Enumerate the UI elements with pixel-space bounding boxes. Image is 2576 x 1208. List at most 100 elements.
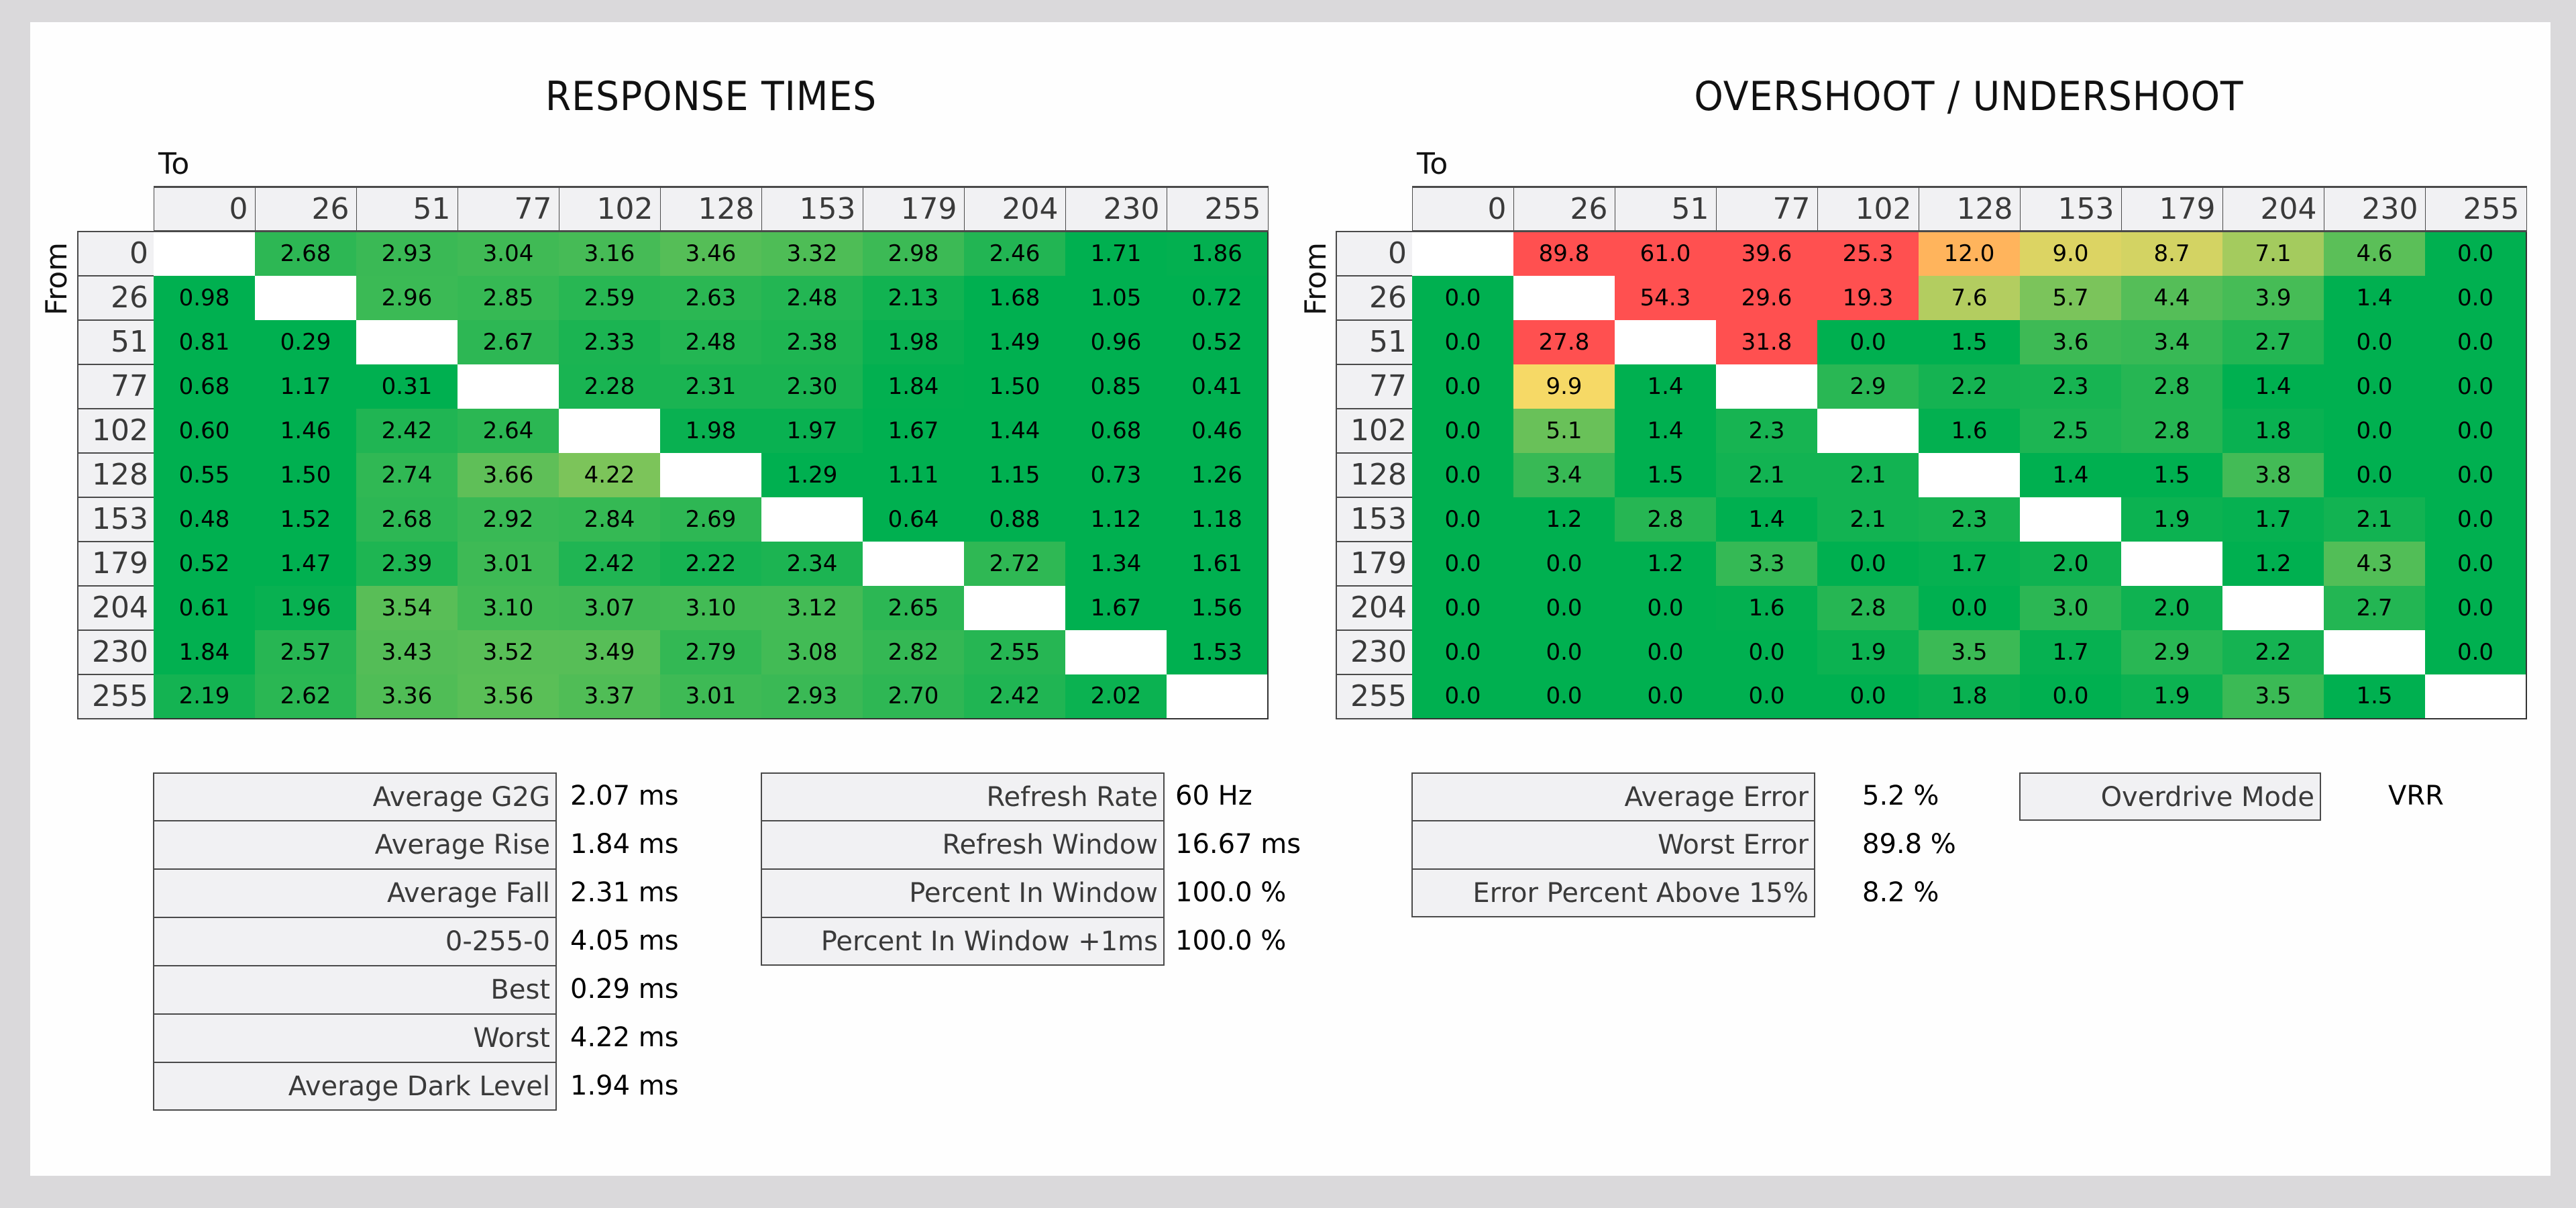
overshoot-cell-255-to-179: 1.9 [2121,674,2222,719]
overshoot-cell-230-to-255: 0.0 [2425,630,2527,674]
overshoot-cell-230-to-26: 0.0 [1513,630,1615,674]
response-from-header-51: 51 [77,319,154,365]
overshoot-diagonal-cell [1513,275,1615,320]
stat-row-percent-in-window-1ms: Percent In Window +1ms 100.0 % [761,917,1336,966]
response-diagonal-cell [1167,674,1269,719]
stat-label-worst: Worst [153,1014,557,1062]
overshoot-cell-230-to-77: 0.0 [1716,630,1817,674]
response-diagonal-cell [356,319,458,364]
overshoot-cell-204-to-179: 2.0 [2121,585,2222,630]
response-row-from-179: 179 0.52 1.47 2.39 3.01 2.42 2.22 2.34 2.72 1.34 1… [77,540,1269,587]
response-from-header-77: 77 [77,363,154,409]
overshoot-to-axis-label: To [1417,147,1448,181]
response-diagonal-cell [154,231,255,276]
response-cell-204-to-153: 3.12 [761,585,863,630]
response-diagonal-cell [761,497,863,542]
response-cell-230-to-26: 2.57 [255,630,356,674]
overshoot-from-axis-label: From [1299,242,1333,315]
overshoot-cell-128-to-255: 0.0 [2425,452,2527,497]
overshoot-to-header-26: 26 [1513,186,1615,232]
overshoot-row-from-153: 153 0.0 1.2 2.8 1.4 2.1 2.3 1.9 1.7 2.1 0.0 [1336,496,2527,542]
response-column-header-row: 0 26 51 77 102 128 153 179 204 230 255 [78,186,1269,232]
response-cell-128-to-153: 1.29 [761,452,863,497]
overshoot-cell-102-to-0: 0.0 [1412,408,1513,453]
error-stats-table: Average Error 5.2 % Worst Error 89.8 % Error… [1411,772,2023,917]
response-cell-204-to-0: 0.61 [154,585,255,630]
overshoot-cell-179-to-230: 4.3 [2324,541,2425,586]
overshoot-to-header-0: 0 [1411,186,1514,232]
header-corner [1336,187,1412,232]
stat-label-average-g2g: Average G2G [153,772,557,821]
response-to-header-51: 51 [356,186,458,232]
response-cell-77-to-153: 2.30 [761,364,863,409]
response-cell-102-to-26: 1.46 [255,408,356,453]
response-cell-153-to-255: 1.18 [1167,497,1269,542]
overshoot-cell-230-to-204: 2.2 [2222,630,2324,674]
overshoot-from-header-230: 230 [1336,629,1412,675]
overshoot-cell-51-to-77: 31.8 [1716,319,1817,364]
overshoot-row-from-77: 77 0.0 9.9 1.4 2.9 2.2 2.3 2.8 1.4 0.0 0.0 [1336,363,2527,409]
overshoot-heatmap: 0 26 51 77 102 128 153 179 204 230 255 0 89.8 61.0 39.… [1336,186,2527,719]
overshoot-cell-179-to-153: 2.0 [2020,541,2121,586]
overshoot-from-header-26: 26 [1336,274,1412,321]
overshoot-row-from-128: 128 0.0 3.4 1.5 2.1 2.1 1.4 1.5 3.8 0.0 0.0 [1336,452,2527,498]
response-row-from-230: 230 1.84 2.57 3.43 3.52 3.49 2.79 3.08 2.82 2.55 1… [77,629,1269,675]
overshoot-cell-0-to-26: 89.8 [1513,231,1615,276]
stat-label-best: Best [153,966,557,1014]
overshoot-cell-255-to-230: 1.5 [2324,674,2425,719]
overshoot-cell-153-to-128: 2.3 [1919,497,2020,542]
overshoot-to-header-153: 153 [2019,186,2122,232]
overshoot-from-header-51: 51 [1336,319,1412,365]
response-cell-128-to-204: 1.15 [964,452,1065,497]
response-diagonal-cell [863,541,964,586]
response-cell-51-to-77: 2.67 [458,319,559,364]
overshoot-cell-255-to-51: 0.0 [1615,674,1716,719]
response-times-title: RESPONSE TIMES [545,73,877,120]
stat-row-worst-error: Worst Error 89.8 % [1411,821,2023,869]
response-to-header-153: 153 [761,186,863,232]
response-to-header-128: 128 [659,186,762,232]
overshoot-cell-77-to-128: 2.2 [1919,364,2020,409]
response-cell-153-to-230: 1.12 [1065,497,1167,542]
response-cell-77-to-230: 0.85 [1065,364,1167,409]
response-cell-51-to-204: 1.49 [964,319,1065,364]
response-cell-255-to-0: 2.19 [154,674,255,719]
header-corner [78,187,154,232]
response-cell-204-to-128: 3.10 [660,585,761,630]
stat-label-error-percent-above-15: Error Percent Above 15% [1411,869,1815,917]
response-cell-0-to-179: 2.98 [863,231,964,276]
overshoot-cell-230-to-179: 2.9 [2121,630,2222,674]
response-row-from-204: 204 0.61 1.96 3.54 3.10 3.07 3.10 3.12 2.65 1.67 1… [77,585,1269,631]
overshoot-cell-179-to-128: 1.7 [1919,541,2020,586]
response-cell-0-to-77: 3.04 [458,231,559,276]
overshoot-diagonal-cell [2425,674,2527,719]
overshoot-cell-77-to-102: 2.9 [1817,364,1919,409]
overshoot-cell-153-to-51: 2.8 [1615,497,1716,542]
overshoot-row-from-179: 179 0.0 0.0 1.2 3.3 0.0 1.7 2.0 1.2 4.3 0.0 [1336,540,2527,587]
response-cell-128-to-102: 4.22 [559,452,660,497]
overshoot-cell-51-to-255: 0.0 [2425,319,2527,364]
response-cell-179-to-102: 2.42 [559,541,660,586]
response-from-header-230: 230 [77,629,154,675]
stat-label-average-dark-level: Average Dark Level [153,1062,557,1111]
response-cell-128-to-255: 1.26 [1167,452,1269,497]
stat-label-refresh-rate: Refresh Rate [761,772,1165,821]
response-diagonal-cell [1065,630,1167,674]
overshoot-cell-255-to-77: 0.0 [1716,674,1817,719]
overshoot-diagonal-cell [2222,585,2324,630]
overshoot-cell-102-to-26: 5.1 [1513,408,1615,453]
response-cell-77-to-0: 0.68 [154,364,255,409]
overshoot-cell-153-to-77: 1.4 [1716,497,1817,542]
overshoot-cell-153-to-204: 1.7 [2222,497,2324,542]
overshoot-cell-26-to-230: 1.4 [2324,275,2425,320]
stat-label-overdrive-mode: Overdrive Mode [2019,772,2321,821]
response-cell-102-to-179: 1.67 [863,408,964,453]
overshoot-cell-0-to-128: 12.0 [1919,231,2020,276]
response-cell-102-to-255: 0.46 [1167,408,1269,453]
response-cell-102-to-204: 1.44 [964,408,1065,453]
response-cell-179-to-255: 1.61 [1167,541,1269,586]
response-cell-102-to-153: 1.97 [761,408,863,453]
overshoot-row-from-51: 51 0.0 27.8 31.8 0.0 1.5 3.6 3.4 2.7 0.0 0.0 [1336,319,2527,365]
response-row-from-102: 102 0.60 1.46 2.42 2.64 1.98 1.97 1.67 1.44 0.68 0… [77,407,1269,454]
overshoot-to-header-77: 77 [1715,186,1818,232]
